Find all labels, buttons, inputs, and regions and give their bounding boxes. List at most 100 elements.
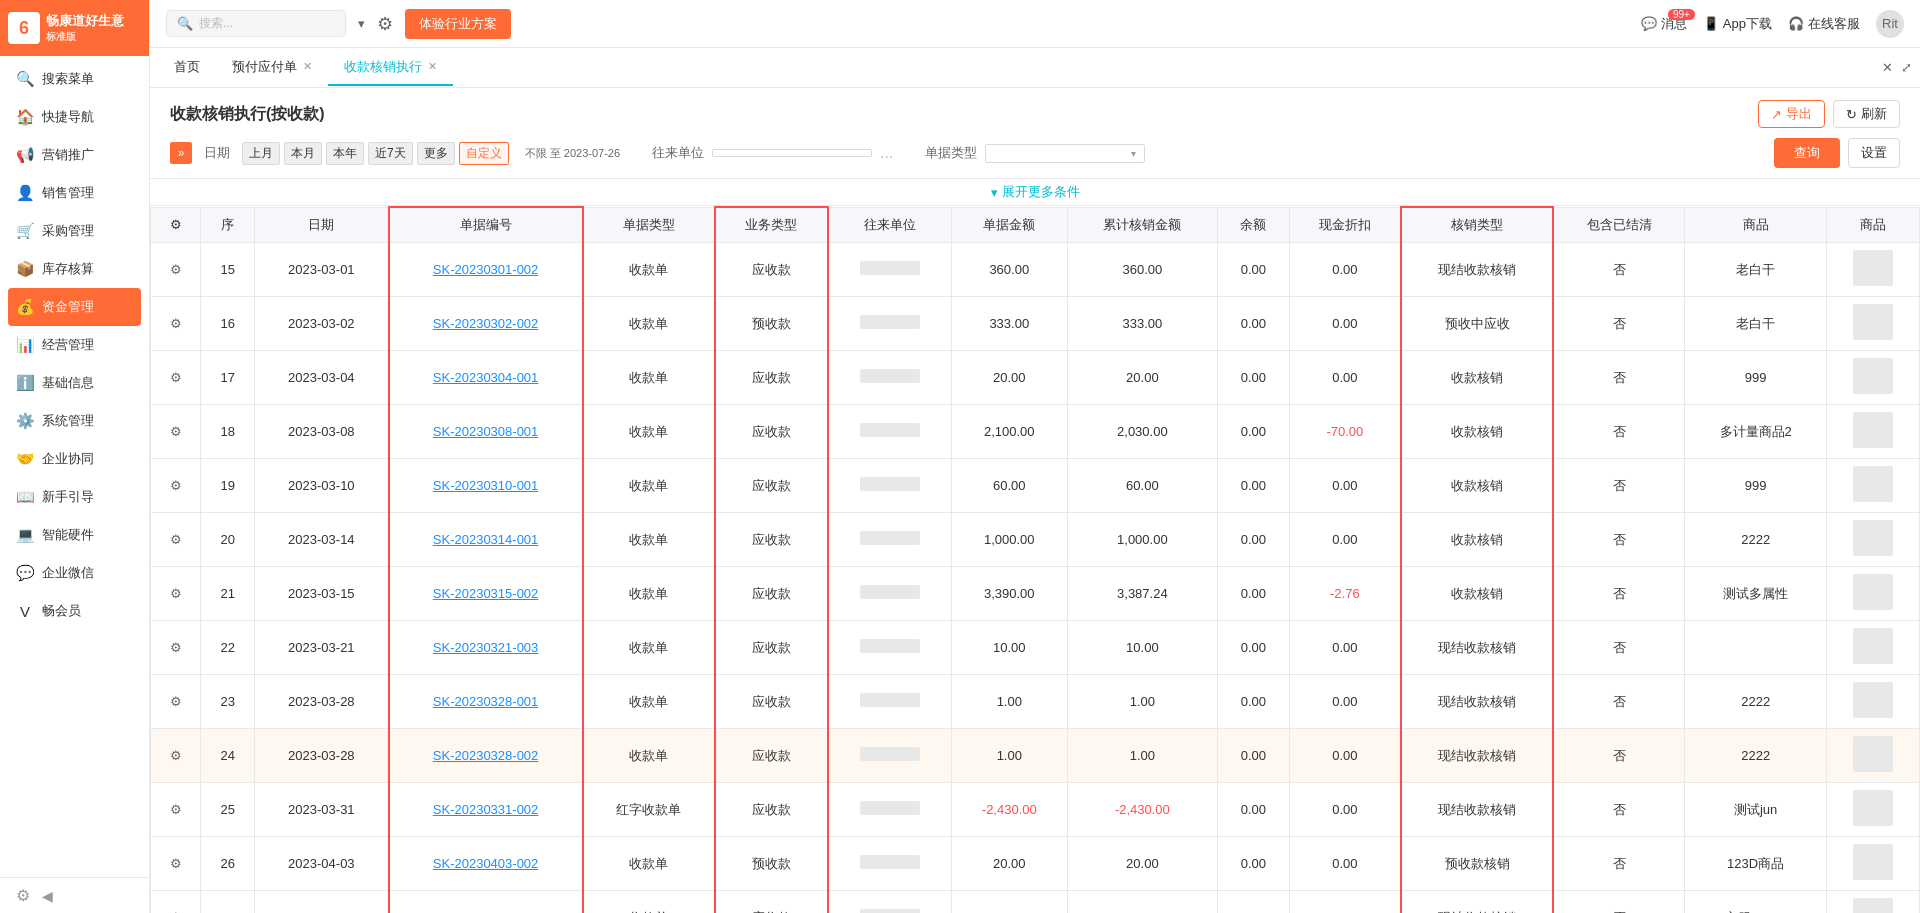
- online-service-btn[interactable]: 🎧 在线客服: [1788, 15, 1860, 33]
- setting-btn[interactable]: 设置: [1848, 138, 1900, 168]
- cell-goods-2: 999: [1685, 351, 1827, 405]
- sidebar-item-enterprise[interactable]: 🤝企业协同: [0, 440, 149, 478]
- cell-date-10: 2023-03-31: [255, 783, 389, 837]
- cell-biz-type-4: 应收款: [715, 459, 828, 513]
- cell-include-3: 否: [1553, 405, 1685, 459]
- cell-doc-no-11[interactable]: SK-20230403-002: [389, 837, 583, 891]
- date-custom-btn[interactable]: 自定义: [459, 142, 509, 165]
- cell-settings-11[interactable]: ⚙: [151, 837, 201, 891]
- col-settings-header[interactable]: ⚙: [151, 207, 201, 243]
- query-btn[interactable]: 查询: [1774, 138, 1840, 168]
- sidebar-item-shortcut[interactable]: 🏠快捷导航: [0, 98, 149, 136]
- tab-home[interactable]: 首页: [158, 50, 216, 86]
- unit-filter-input[interactable]: [712, 149, 872, 157]
- table-row: ⚙ 24 2023-03-28 SK-20230328-002 收款单 应收款 …: [151, 729, 1920, 783]
- cell-accum-6: 3,387.24: [1067, 567, 1218, 621]
- cell-settings-0[interactable]: ⚙: [151, 243, 201, 297]
- cell-biz-type-10: 应收款: [715, 783, 828, 837]
- sidebar-item-purchase[interactable]: 🛒采购管理: [0, 212, 149, 250]
- industry-solution-btn[interactable]: 体验行业方案: [405, 9, 511, 39]
- topbar-gear-icon[interactable]: ⚙: [377, 13, 393, 35]
- settings-icon[interactable]: ⚙: [16, 886, 30, 905]
- cell-settings-9[interactable]: ⚙: [151, 729, 201, 783]
- cell-settings-4[interactable]: ⚙: [151, 459, 201, 513]
- cell-doc-no-6[interactable]: SK-20230315-002: [389, 567, 583, 621]
- purchase-icon: 🛒: [16, 222, 34, 240]
- cell-accum-7: 10.00: [1067, 621, 1218, 675]
- cell-settings-3[interactable]: ⚙: [151, 405, 201, 459]
- sidebar-item-basic[interactable]: ℹ️基础信息: [0, 364, 149, 402]
- cell-no-3: 18: [201, 405, 255, 459]
- cell-doc-no-2[interactable]: SK-20230304-001: [389, 351, 583, 405]
- messages-btn[interactable]: 💬 消息 99+: [1641, 15, 1687, 33]
- sidebar-item-inventory[interactable]: 📦库存核算: [0, 250, 149, 288]
- cell-settings-7[interactable]: ⚙: [151, 621, 201, 675]
- cell-doc-no-3[interactable]: SK-20230308-001: [389, 405, 583, 459]
- date-7days-btn[interactable]: 近7天: [368, 142, 413, 165]
- cell-doc-no-1[interactable]: SK-20230302-002: [389, 297, 583, 351]
- type-filter-select[interactable]: ▾: [985, 144, 1145, 163]
- tab-close-all-icon[interactable]: ✕: [1882, 60, 1893, 75]
- cell-settings-8[interactable]: ⚙: [151, 675, 201, 729]
- cell-doc-no-5[interactable]: SK-20230314-001: [389, 513, 583, 567]
- cell-goods2-9: [1827, 729, 1920, 783]
- cell-doc-no-10[interactable]: SK-20230331-002: [389, 783, 583, 837]
- sidebar-label-system: 系统管理: [42, 412, 94, 430]
- cell-unit-3: [828, 405, 952, 459]
- tab-prepay-close[interactable]: ✕: [303, 60, 312, 73]
- cell-discount-7: 0.00: [1289, 621, 1401, 675]
- expand-conditions-btn[interactable]: ▾ 展开更多条件: [991, 183, 1080, 201]
- table-row: ⚙ 15 2023-03-01 SK-20230301-002 收款单 应收款 …: [151, 243, 1920, 297]
- cell-doc-no-8[interactable]: SK-20230328-001: [389, 675, 583, 729]
- tab-maximize-icon[interactable]: ⤢: [1901, 60, 1912, 75]
- topbar-search-box[interactable]: 🔍 搜索...: [166, 10, 346, 37]
- tab-prepay[interactable]: 预付应付单 ✕: [216, 50, 328, 86]
- date-last-month-btn[interactable]: 上月: [242, 142, 280, 165]
- sidebar-item-marketing[interactable]: 📢营销推广: [0, 136, 149, 174]
- cell-accum-4: 60.00: [1067, 459, 1218, 513]
- col-unit-header: 往来单位: [828, 207, 952, 243]
- cell-doc-type-5: 收款单: [583, 513, 715, 567]
- cell-settings-5[interactable]: ⚙: [151, 513, 201, 567]
- topbar-dropdown-icon[interactable]: ▾: [358, 16, 365, 31]
- cell-settings-10[interactable]: ⚙: [151, 783, 201, 837]
- sidebar-item-member[interactable]: V畅会员: [0, 592, 149, 630]
- sidebar-item-wechat[interactable]: 💬企业微信: [0, 554, 149, 592]
- cell-settings-1[interactable]: ⚙: [151, 297, 201, 351]
- sidebar-item-finance[interactable]: 💰资金管理: [8, 288, 141, 326]
- sidebar-item-hardware[interactable]: 💻智能硬件: [0, 516, 149, 554]
- cell-doc-no-7[interactable]: SK-20230321-003: [389, 621, 583, 675]
- cell-doc-no-4[interactable]: SK-20230310-001: [389, 459, 583, 513]
- date-this-year-btn[interactable]: 本年: [326, 142, 364, 165]
- cell-balance-6: 0.00: [1218, 567, 1290, 621]
- user-avatar[interactable]: Rit: [1876, 10, 1904, 38]
- cell-settings-6[interactable]: ⚙: [151, 567, 201, 621]
- sidebar-item-operations[interactable]: 📊经营管理: [0, 326, 149, 364]
- cell-amount-6: 3,390.00: [952, 567, 1068, 621]
- unit-filter-dots[interactable]: ...: [880, 144, 893, 162]
- filter-toggle-btn[interactable]: »: [170, 142, 192, 164]
- tab-receipt-exec[interactable]: 收款核销执行 ✕: [328, 50, 453, 86]
- sales-icon: 👤: [16, 184, 34, 202]
- app-download-btn[interactable]: 📱 App下载: [1703, 15, 1772, 33]
- cell-discount-5: 0.00: [1289, 513, 1401, 567]
- date-this-month-btn[interactable]: 本月: [284, 142, 322, 165]
- sidebar-item-search[interactable]: 🔍搜索菜单: [0, 60, 149, 98]
- sidebar-item-system[interactable]: ⚙️系统管理: [0, 402, 149, 440]
- cell-doc-no-12[interactable]: SK-20230408-001: [389, 891, 583, 914]
- collapse-icon[interactable]: ◀: [42, 888, 53, 904]
- cell-goods2-4: [1827, 459, 1920, 513]
- cell-settings-2[interactable]: ⚙: [151, 351, 201, 405]
- tab-receipt-close[interactable]: ✕: [428, 60, 437, 73]
- cell-settings-12[interactable]: ⚙: [151, 891, 201, 914]
- date-more-btn[interactable]: 更多: [417, 142, 455, 165]
- refresh-btn[interactable]: ↻ 刷新: [1833, 100, 1900, 128]
- export-btn[interactable]: ↗ 导出: [1758, 100, 1825, 128]
- cell-no-0: 15: [201, 243, 255, 297]
- cell-doc-no-9[interactable]: SK-20230328-002: [389, 729, 583, 783]
- export-icon: ↗: [1771, 107, 1782, 122]
- sidebar-item-sales[interactable]: 👤销售管理: [0, 174, 149, 212]
- sidebar-item-guide[interactable]: 📖新手引导: [0, 478, 149, 516]
- cell-doc-no-0[interactable]: SK-20230301-002: [389, 243, 583, 297]
- cell-goods2-8: [1827, 675, 1920, 729]
